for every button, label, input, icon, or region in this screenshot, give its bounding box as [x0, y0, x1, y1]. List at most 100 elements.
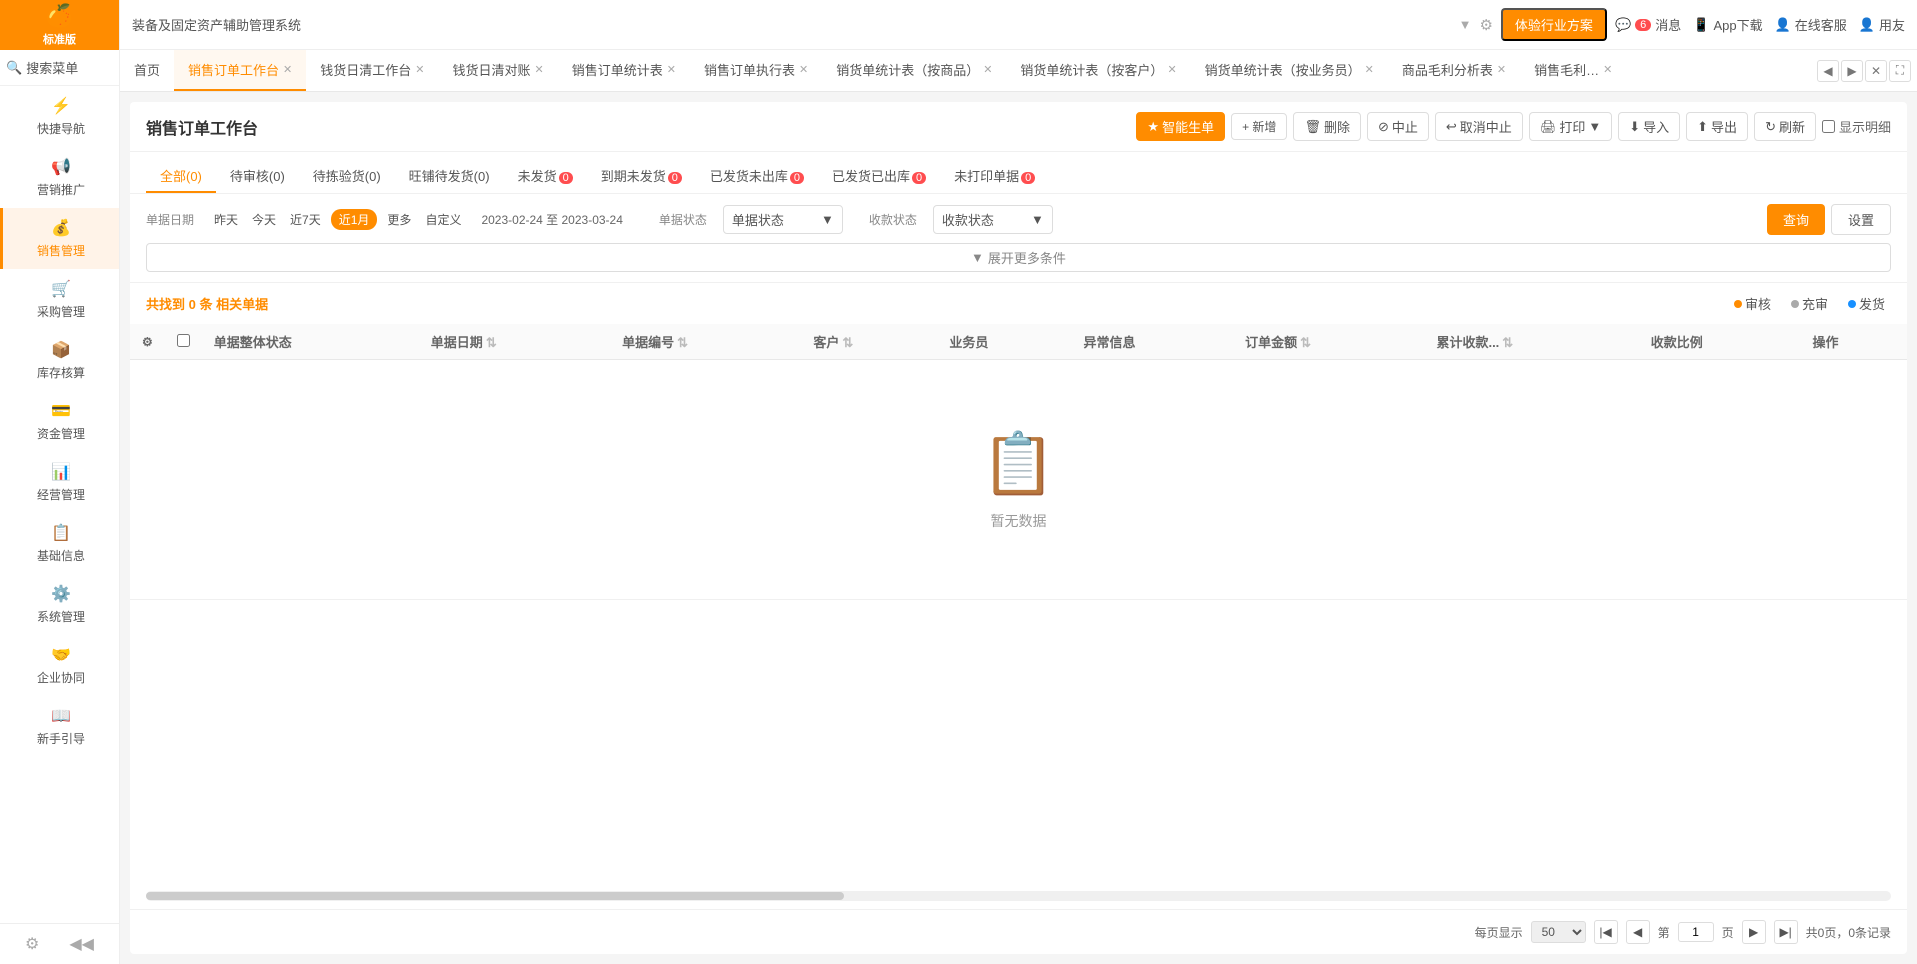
tab-close-icon[interactable]: ✕ — [415, 63, 424, 76]
date-opt-yesterday[interactable]: 昨天 — [210, 209, 242, 230]
settings-header-icon[interactable]: ⚙ — [1479, 16, 1492, 34]
tab-close-icon[interactable]: ✕ — [667, 63, 676, 76]
sidebar-item-marketing[interactable]: 📢 营销推广 — [0, 147, 119, 208]
tab-sales-stats[interactable]: 销售订单统计表 ✕ — [558, 50, 690, 91]
ship-action-button[interactable]: 发货 — [1842, 291, 1891, 316]
col-date[interactable]: 单据日期⇅ — [419, 324, 610, 360]
user-button[interactable]: 👤 用友 — [1859, 15, 1905, 34]
tab-sales-gross[interactable]: 销售毛利… ✕ — [1520, 50, 1626, 91]
dropdown-arrow-icon[interactable]: ▼ — [1459, 17, 1472, 32]
tab-close-icon[interactable]: ✕ — [1603, 63, 1612, 76]
date-opt-1month[interactable]: 近1月 — [331, 209, 378, 230]
delete-button[interactable]: 🗑 删除 — [1293, 112, 1361, 141]
prev-page-button[interactable]: ◀ — [1626, 920, 1650, 944]
expand-button[interactable]: ▼ 展开更多条件 — [146, 243, 1891, 272]
app-download-button[interactable]: 📱 App下载 — [1693, 15, 1762, 34]
collapse-icon[interactable]: ◀◀ — [69, 934, 94, 954]
date-opt-more[interactable]: 更多 — [383, 209, 415, 230]
tab-gross-profit[interactable]: 商品毛利分析表 ✕ — [1388, 50, 1520, 91]
tab-close-icon[interactable]: ✕ — [1365, 63, 1374, 76]
col-settings[interactable]: ⚙ — [130, 324, 165, 360]
tab-sales-workbench[interactable]: 销售订单工作台 ✕ — [174, 50, 306, 91]
settings-icon[interactable]: ⚙ — [25, 934, 39, 954]
review-action-button[interactable]: 审核 — [1728, 291, 1777, 316]
per-page-select[interactable]: 50 100 200 — [1531, 921, 1586, 943]
tab-close-icon[interactable]: ✕ — [1497, 63, 1506, 76]
import-label: 导入 — [1643, 117, 1669, 136]
sidebar-item-inventory[interactable]: 📦 库存核算 — [0, 330, 119, 391]
date-opt-today[interactable]: 今天 — [248, 209, 280, 230]
print-button[interactable]: 🖨 打印 ▼ — [1529, 112, 1612, 141]
experience-button[interactable]: 体验行业方案 — [1501, 8, 1607, 41]
last-page-button[interactable]: ▶| — [1774, 920, 1798, 944]
sidebar-item-management[interactable]: 📊 经营管理 — [0, 452, 119, 513]
cooperation-icon: 🤝 — [51, 645, 71, 665]
tab-home[interactable]: 首页 — [120, 50, 174, 91]
search-menu[interactable]: 🔍 搜索菜单 — [0, 50, 119, 86]
import-button[interactable]: ⬇ 导入 — [1618, 112, 1680, 141]
col-number[interactable]: 单据编号⇅ — [610, 324, 801, 360]
subtab-pending-check[interactable]: 待拣验货(0) — [299, 160, 395, 193]
subtab-overdue-ship[interactable]: 到期未发货0 — [587, 160, 696, 193]
tab-sales-exec[interactable]: 销售订单执行表 ✕ — [690, 50, 822, 91]
next-page-button[interactable]: ▶ — [1742, 920, 1766, 944]
subtab-not-printed[interactable]: 未打印单据0 — [940, 160, 1049, 193]
tab-close-icon[interactable]: ✕ — [1167, 63, 1176, 76]
tab-prev-button[interactable]: ◀ — [1817, 60, 1839, 82]
sidebar-item-sales[interactable]: 💰 销售管理 — [0, 208, 119, 269]
sidebar-item-basic-info[interactable]: 📋 基础信息 — [0, 513, 119, 574]
scrollbar-thumb[interactable] — [146, 892, 844, 900]
unreview-action-button[interactable]: 充审 — [1785, 291, 1834, 316]
subtab-shipped-out[interactable]: 已发货已出库0 — [818, 160, 940, 193]
sidebar-item-purchase[interactable]: 🛒 采购管理 — [0, 269, 119, 330]
quick-nav-icon: ⚡ — [51, 96, 71, 116]
tab-sales-staff[interactable]: 销货单统计表（按业务员） ✕ — [1191, 50, 1388, 91]
main-content: 装备及固定资产辅助管理系统 ▼ ⚙ 体验行业方案 💬 6 消息 📱 App下载 … — [120, 0, 1917, 964]
select-all-checkbox[interactable] — [177, 334, 190, 347]
date-opt-7days[interactable]: 近7天 — [286, 209, 325, 230]
query-button[interactable]: 查询 — [1767, 204, 1825, 235]
col-customer[interactable]: 客户⇅ — [801, 324, 937, 360]
subtab-shipped-not-out[interactable]: 已发货未出库0 — [696, 160, 818, 193]
tab-close-icon[interactable]: ✕ — [535, 63, 544, 76]
tab-cash-reconcile[interactable]: 钱货日清对账 ✕ — [438, 50, 557, 91]
first-page-button[interactable]: |◀ — [1594, 920, 1618, 944]
set-button[interactable]: 设置 — [1831, 204, 1891, 235]
status-select[interactable]: 单据状态 ▼ — [723, 205, 843, 234]
subtab-all[interactable]: 全部(0) — [146, 160, 216, 193]
add-button[interactable]: + 新增 — [1231, 113, 1287, 140]
subtab-shop-pending[interactable]: 旺铺待发货(0) — [395, 160, 504, 193]
col-checkbox[interactable] — [165, 324, 202, 360]
smart-create-button[interactable]: ★ 智能生单 — [1136, 112, 1225, 141]
refresh-button[interactable]: ↻ 刷新 — [1754, 112, 1816, 141]
subtab-pending-review[interactable]: 待审核(0) — [216, 160, 299, 193]
payment-select[interactable]: 收款状态 ▼ — [933, 205, 1053, 234]
tab-cash-daily[interactable]: 钱货日清工作台 ✕ — [306, 50, 438, 91]
subtab-not-shipped[interactable]: 未发货0 — [504, 160, 587, 193]
date-opt-custom[interactable]: 自定义 — [421, 209, 465, 230]
tab-close-icon[interactable]: ✕ — [283, 63, 292, 76]
col-amount[interactable]: 订单金额⇅ — [1233, 324, 1424, 360]
tab-next-button[interactable]: ▶ — [1841, 60, 1863, 82]
tab-sales-customer[interactable]: 销货单统计表（按客户） ✕ — [1006, 50, 1190, 91]
stop-button[interactable]: ⊘ 中止 — [1367, 112, 1429, 141]
tab-close-all-button[interactable]: ✕ — [1865, 60, 1887, 82]
tab-close-icon[interactable]: ✕ — [799, 63, 808, 76]
horizontal-scrollbar[interactable] — [146, 891, 1891, 901]
show-detail-label[interactable]: 显示明细 — [1822, 117, 1891, 136]
cancel-stop-button[interactable]: ↩ 取消中止 — [1435, 112, 1523, 141]
tab-close-icon[interactable]: ✕ — [983, 63, 992, 76]
show-detail-checkbox[interactable] — [1822, 120, 1835, 133]
sidebar-item-finance[interactable]: 💳 资金管理 — [0, 391, 119, 452]
page-number-input[interactable] — [1678, 922, 1714, 942]
export-button[interactable]: ⬆ 导出 — [1686, 112, 1748, 141]
sidebar-item-quick-nav[interactable]: ⚡ 快捷导航 — [0, 86, 119, 147]
tab-sales-goods[interactable]: 销货单统计表（按商品） ✕ — [822, 50, 1006, 91]
sidebar-item-guide[interactable]: 📖 新手引导 — [0, 696, 119, 757]
col-collected[interactable]: 累计收款...⇅ — [1424, 324, 1638, 360]
tab-fullscreen-button[interactable]: ⛶ — [1889, 60, 1911, 82]
message-button[interactable]: 💬 6 消息 — [1615, 15, 1681, 34]
sidebar-item-cooperation[interactable]: 🤝 企业协同 — [0, 635, 119, 696]
sidebar-item-system[interactable]: ⚙️ 系统管理 — [0, 574, 119, 635]
online-service-button[interactable]: 👤 在线客服 — [1775, 15, 1847, 34]
